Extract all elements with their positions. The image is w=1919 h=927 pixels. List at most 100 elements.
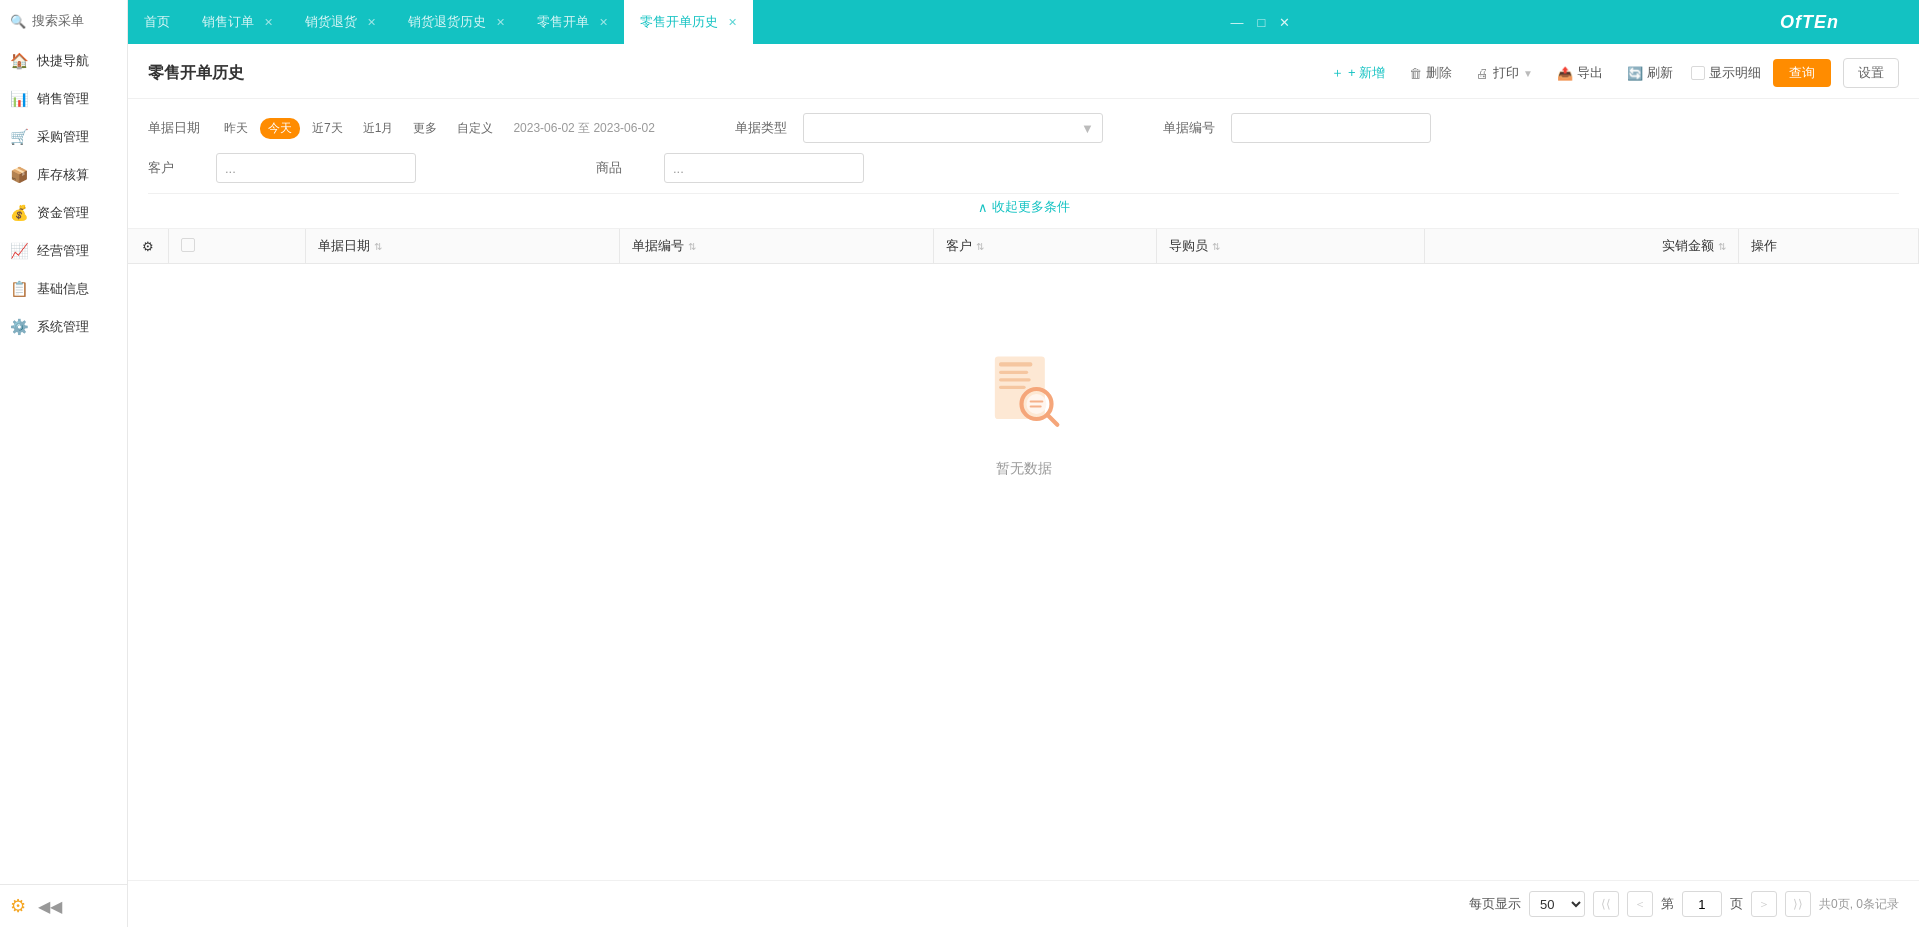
tab-sales-return-history[interactable]: 销货退货历史 ✕ (392, 0, 521, 44)
type-filter-label: 单据类型 (735, 119, 795, 137)
sidebar-item-label: 库存核算 (37, 166, 89, 184)
th-customer-label: 客户 (946, 237, 972, 255)
type-select[interactable]: ▼ (803, 113, 1103, 143)
table-area: ⚙ 单据日期 ⇅ 单据编号 (128, 229, 1919, 880)
settings-bottom-icon[interactable]: ⚙ (10, 895, 26, 917)
customer-filter: 客户 ... (148, 153, 416, 183)
tab-home[interactable]: 首页 (128, 0, 186, 44)
delete-icon: 🗑 (1409, 66, 1422, 81)
last-page-btn[interactable]: ⟩⟩ (1785, 891, 1811, 917)
sidebar-item-operations[interactable]: 📈 经营管理 (0, 232, 127, 270)
page-title: 零售开单历史 (148, 63, 1325, 84)
window-close-icon[interactable]: ✕ (1279, 15, 1290, 30)
refresh-icon: 🔄 (1627, 66, 1643, 81)
window-minimize-icon[interactable]: — (1231, 15, 1244, 30)
th-checkbox (168, 229, 306, 264)
export-button[interactable]: 📤 导出 (1551, 60, 1609, 86)
page-input[interactable] (1682, 891, 1722, 917)
brand-text: OfTEn (1780, 12, 1839, 33)
number-filter: 单据编号 (1163, 113, 1431, 143)
refresh-label: 刷新 (1647, 64, 1673, 82)
add-label: + 新增 (1348, 64, 1385, 82)
page-label: 页 (1730, 895, 1743, 913)
sidebar-item-quick-nav[interactable]: 🏠 快捷导航 (0, 42, 127, 80)
date-btn-1month[interactable]: 近1月 (355, 118, 402, 139)
tab-sales-order-close[interactable]: ✕ (264, 16, 273, 29)
th-guide-label: 导购员 (1169, 237, 1208, 255)
display-detail-checkbox[interactable] (1691, 66, 1705, 80)
tab-retail-history-close[interactable]: ✕ (728, 16, 737, 29)
goods-input[interactable]: ... (664, 153, 864, 183)
refresh-button[interactable]: 🔄 刷新 (1621, 60, 1679, 86)
delete-label: 删除 (1426, 64, 1452, 82)
tab-retail-open[interactable]: 零售开单 ✕ (521, 0, 624, 44)
th-date[interactable]: 单据日期 ⇅ (306, 229, 620, 264)
sidebar-item-purchase-mgmt[interactable]: 🛒 采购管理 (0, 118, 127, 156)
amount-sort-icon: ⇅ (1718, 241, 1726, 252)
collapse-label: 收起更多条件 (992, 198, 1070, 216)
collapse-btn[interactable]: ∧ 收起更多条件 (148, 193, 1899, 220)
tab-sales-return-close[interactable]: ✕ (367, 16, 376, 29)
th-guide[interactable]: 导购员 ⇅ (1156, 229, 1424, 264)
query-label: 查询 (1789, 64, 1815, 82)
date-btn-more[interactable]: 更多 (405, 118, 445, 139)
date-btn-yesterday[interactable]: 昨天 (216, 118, 256, 139)
date-btn-today[interactable]: 今天 (260, 118, 300, 139)
collapse-sidebar-icon[interactable]: ◀◀ (38, 897, 62, 916)
tab-sales-return[interactable]: 销货退货 ✕ (289, 0, 392, 44)
search-icon: 🔍 (10, 14, 26, 29)
display-detail-check[interactable]: 显示明细 (1691, 64, 1761, 82)
print-label: 打印 (1493, 64, 1519, 82)
sidebar-item-base-info[interactable]: 📋 基础信息 (0, 270, 127, 308)
sidebar-item-sys-mgmt[interactable]: ⚙️ 系统管理 (0, 308, 127, 346)
goods-dots: ... (673, 161, 684, 176)
tab-sales-order[interactable]: 销售订单 ✕ (186, 0, 289, 44)
sidebar-item-label: 销售管理 (37, 90, 89, 108)
date-btn-custom[interactable]: 自定义 (449, 118, 501, 139)
date-sort-icon: ⇅ (374, 241, 382, 252)
delete-button[interactable]: 🗑 删除 (1403, 60, 1458, 86)
print-button[interactable]: 🖨 打印 ▼ (1470, 60, 1539, 86)
customer-dots: ... (225, 161, 236, 176)
th-customer[interactable]: 客户 ⇅ (934, 229, 1156, 264)
sidebar-item-label: 采购管理 (37, 128, 89, 146)
tab-sales-return-history-label: 销货退货历史 (408, 13, 486, 31)
th-amount-label: 实销金额 (1662, 237, 1714, 255)
column-settings-icon[interactable]: ⚙ (142, 239, 154, 254)
th-action: 操作 (1738, 229, 1918, 264)
sidebar-item-inventory[interactable]: 📦 库存核算 (0, 156, 127, 194)
tab-retail-history[interactable]: 零售开单历史 ✕ (624, 0, 753, 44)
select-all-checkbox[interactable] (181, 238, 195, 252)
tab-sales-return-history-close[interactable]: ✕ (496, 16, 505, 29)
sidebar-search[interactable]: 🔍 搜索采单 (0, 0, 127, 42)
th-amount[interactable]: 实销金额 ⇅ (1424, 229, 1738, 264)
customer-input[interactable]: ... (216, 153, 416, 183)
number-input[interactable] (1231, 113, 1431, 143)
query-button[interactable]: 查询 (1773, 59, 1831, 87)
date-filter: 单据日期 昨天 今天 近7天 近1月 更多 自定义 2023-06-02 至 2… (148, 118, 655, 139)
prev-page-btn[interactable]: ＜ (1627, 891, 1653, 917)
sidebar-item-finance[interactable]: 💰 资金管理 (0, 194, 127, 232)
filter-area: 单据日期 昨天 今天 近7天 近1月 更多 自定义 2023-06-02 至 2… (128, 99, 1919, 229)
sidebar-bottom: ⚙ ◀◀ (0, 884, 127, 927)
settings-button[interactable]: 设置 (1843, 58, 1899, 88)
date-filter-label: 单据日期 (148, 119, 208, 137)
settings-label: 设置 (1858, 64, 1884, 82)
tab-retail-history-label: 零售开单历史 (640, 13, 718, 31)
th-settings[interactable]: ⚙ (128, 229, 168, 264)
add-button[interactable]: ＋ + 新增 (1325, 60, 1391, 86)
next-page-btn[interactable]: ＞ (1751, 891, 1777, 917)
first-page-btn[interactable]: ⟨⟨ (1593, 891, 1619, 917)
page-size-select[interactable]: 10 20 50 100 (1529, 891, 1585, 917)
type-select-arrow: ▼ (1081, 121, 1094, 136)
window-maximize-icon[interactable]: □ (1258, 15, 1266, 30)
type-filter: 单据类型 ▼ (735, 113, 1103, 143)
sys-icon: ⚙️ (10, 318, 29, 336)
sidebar-item-sales-mgmt[interactable]: 📊 销售管理 (0, 80, 127, 118)
customer-filter-label: 客户 (148, 159, 208, 177)
sidebar-item-label: 基础信息 (37, 280, 89, 298)
topbar: 首页 销售订单 ✕ 销货退货 ✕ 销货退货历史 ✕ 零售开单 ✕ 零售开单历史 … (128, 0, 1919, 44)
tab-retail-open-close[interactable]: ✕ (599, 16, 608, 29)
date-btn-7days[interactable]: 近7天 (304, 118, 351, 139)
th-number[interactable]: 单据编号 ⇅ (620, 229, 934, 264)
